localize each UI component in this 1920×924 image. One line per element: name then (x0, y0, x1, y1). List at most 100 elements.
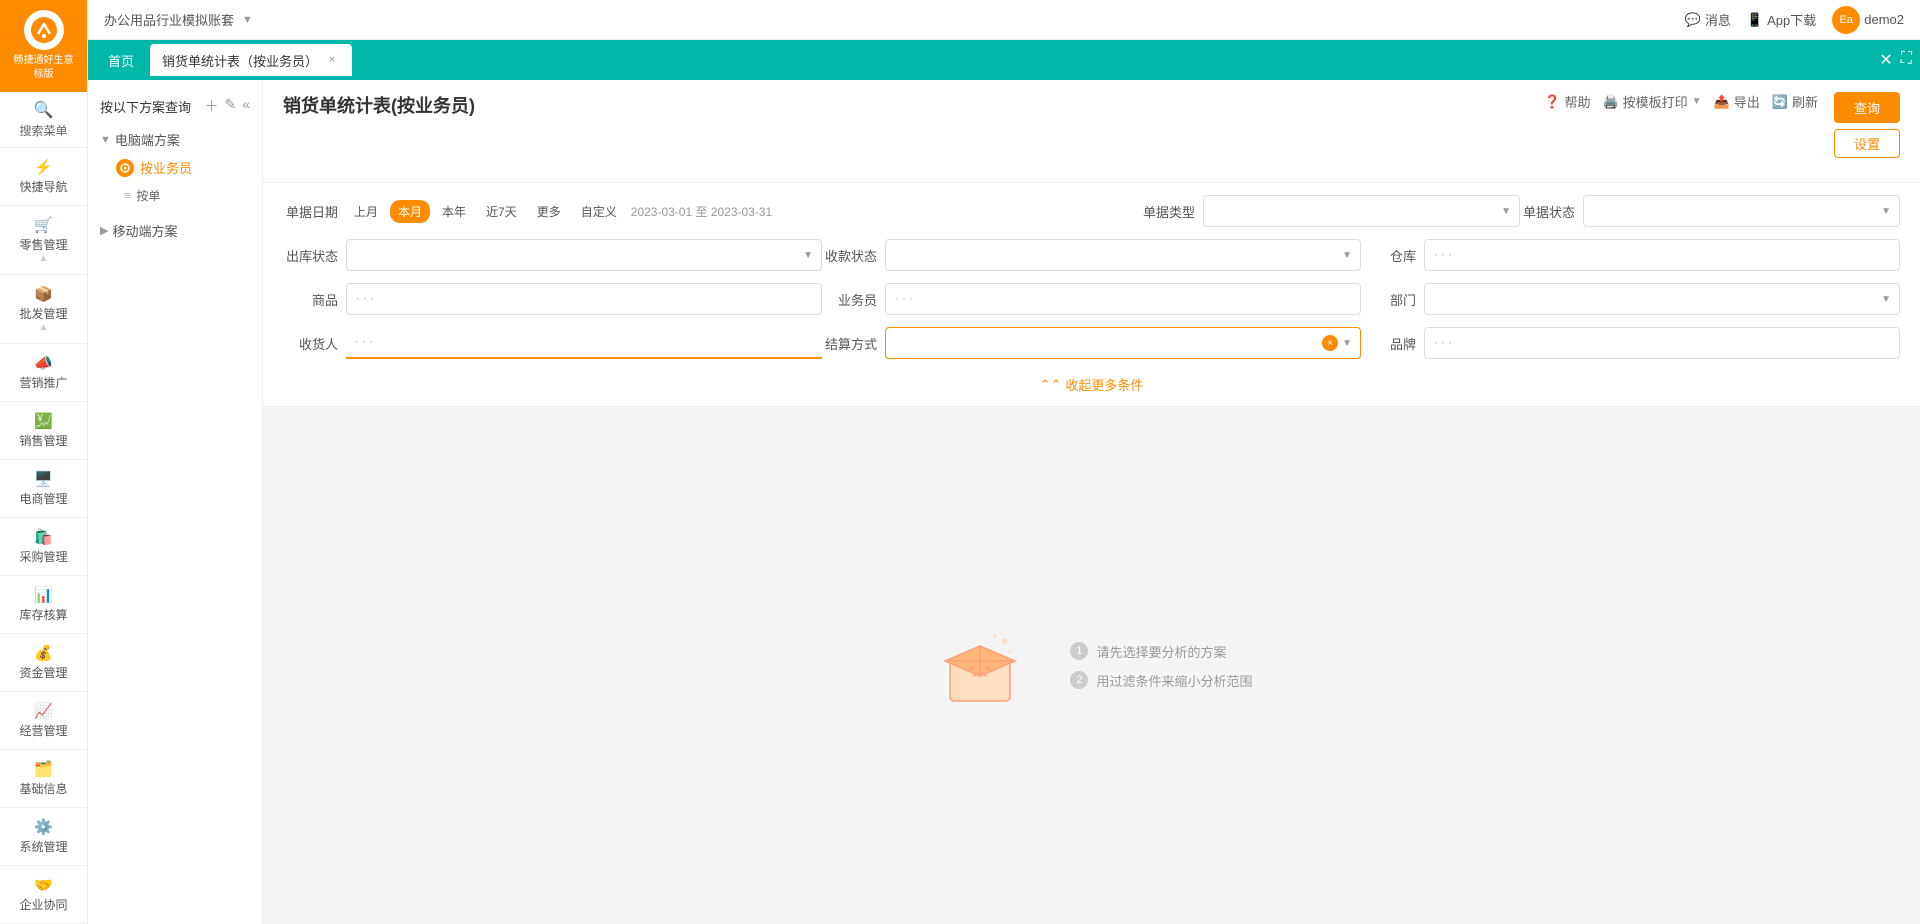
receiver-control[interactable]: ··· (346, 327, 822, 359)
date-tab-custom[interactable]: 自定义 (573, 200, 625, 223)
sidebar-item-system[interactable]: ⚙️ 系统管理 (0, 808, 87, 866)
user-label: demo2 (1864, 12, 1904, 27)
sidebar-item-basic[interactable]: 🗂️ 基础信息 (0, 750, 87, 808)
sidebar-item-inventory[interactable]: 📊 库存核算 (0, 576, 87, 634)
collapse-label: 收起更多条件 (1065, 375, 1143, 394)
sidebar-item-ecommerce[interactable]: 🖥️ 电商管理 (0, 460, 87, 518)
tab-bar-right: ✕ ⛶ (1879, 50, 1912, 70)
add-scheme-btn[interactable]: ＋ (204, 96, 218, 116)
tab-home[interactable]: 首页 (96, 44, 146, 76)
out-status-caret-icon: ▼ (803, 250, 813, 261)
message-btn[interactable]: 💬 消息 (1685, 10, 1731, 29)
export-btn[interactable]: 📤 导出 (1714, 92, 1760, 111)
setting-btn[interactable]: 设置 (1834, 129, 1900, 158)
sidebar-item-finance[interactable]: 💰 资金管理 (0, 634, 87, 692)
sidebar-item-wholesale[interactable]: 📦 批发管理 ▲ (0, 275, 87, 344)
receiver-dots: ··· (354, 333, 376, 351)
print-btn[interactable]: 🖨️ 按模板打印 ▼ (1602, 92, 1701, 111)
main-area: 办公用品行业模拟账套 ▼ 💬 消息 📱 App下载 Ea demo2 首页 (88, 0, 1920, 924)
current-account-label: 办公用品行业模拟账套 (104, 10, 234, 29)
tab-bar: 首页 销货单统计表（按业务员） × ✕ ⛶ (88, 40, 1920, 80)
sidebar-item-enterprise[interactable]: 🤝 企业协同 (0, 866, 87, 924)
sidebar: 畅捷通好生意 标版 🔍 搜索菜单 ⚡ 快捷导航 🛒 零售管理 ▲ 📦 批发管理 … (0, 0, 88, 924)
group-arrow-icon: ▼ (100, 134, 111, 146)
sidebar-item-purchase[interactable]: 🛍️ 采购管理 (0, 518, 87, 576)
receive-status-control[interactable]: ▼ (885, 239, 1361, 271)
sidebar-item-marketing[interactable]: 📣 营销推广 (0, 344, 87, 402)
sidebar-logo: 畅捷通好生意 标版 (0, 0, 87, 92)
left-panel: 按以下方案查询 ＋ ✎ « ▼ 电脑端方案 按业务员 (88, 80, 263, 924)
doc-type-control[interactable]: ▼ (1203, 195, 1520, 227)
warehouse-control[interactable]: ··· (1424, 239, 1900, 271)
sidebar-search-label: 搜索菜单 (6, 122, 81, 139)
collapse-row: ⌃⌃ 收起更多条件 (283, 371, 1900, 394)
empty-tips: 1 请先选择要分析的方案 2 用过滤条件来缩小分析范围 (1070, 642, 1252, 690)
group-mobile-arrow-icon: ▶ (100, 224, 108, 237)
query-btn[interactable]: 查询 (1834, 92, 1900, 123)
sidebar-label-sales: 销售管理 (4, 432, 83, 449)
tab-home-label: 首页 (108, 51, 134, 70)
scheme-group-mobile-title[interactable]: ▶ 移动端方案 (88, 217, 262, 244)
goods-control[interactable]: ··· (346, 283, 822, 315)
brand-control[interactable]: ··· (1424, 327, 1900, 359)
sidebar-item-retail[interactable]: 🛒 零售管理 ▲ (0, 206, 87, 275)
brand-label: 品牌 (1361, 334, 1416, 353)
refresh-btn[interactable]: 🔄 刷新 (1772, 92, 1818, 111)
page-actions: ❓ 帮助 🖨️ 按模板打印 ▼ 📤 导出 � (1544, 92, 1818, 123)
scheme-group-mobile: ▶ 移动端方案 (88, 213, 262, 248)
date-tab-more[interactable]: 更多 (529, 200, 569, 223)
filter-row-2: 出库状态 ▼ 收款状态 ▼ 仓库 (283, 239, 1900, 271)
dept-control[interactable]: ▼ (1424, 283, 1900, 315)
scheme-group-pc-title[interactable]: ▼ 电脑端方案 (88, 126, 262, 153)
top-header: 办公用品行业模拟账套 ▼ 💬 消息 📱 App下载 Ea demo2 (88, 0, 1920, 40)
sidebar-item-sales[interactable]: 💹 销售管理 (0, 402, 87, 460)
tab-maximize-icon[interactable]: ⛶ (1901, 50, 1912, 70)
account-dropdown-icon[interactable]: ▼ (242, 14, 253, 26)
scheme-item-by-staff[interactable]: 按业务员 (88, 153, 262, 182)
user-btn[interactable]: Ea demo2 (1832, 6, 1904, 34)
app-download-btn[interactable]: 📱 App下载 (1747, 10, 1816, 29)
settlement-control[interactable]: × ▼ (885, 327, 1361, 359)
date-tab-last-month[interactable]: 上月 (346, 200, 386, 223)
date-label: 单据日期 (283, 202, 338, 221)
staff-control[interactable]: ··· (885, 283, 1361, 315)
date-tab-this-year[interactable]: 本年 (434, 200, 474, 223)
sidebar-label-inventory: 库存核算 (4, 606, 83, 623)
filter-brand: 品牌 ··· (1361, 327, 1900, 359)
doc-status-control[interactable]: ▼ (1583, 195, 1900, 227)
doc-status-label: 单据状态 (1520, 202, 1575, 221)
date-tab-7days[interactable]: 近7天 (478, 200, 525, 223)
scheme-order-label: 按单 (136, 187, 160, 204)
avatar: Ea (1832, 6, 1860, 34)
download-icon: 📱 (1747, 12, 1763, 28)
scheme-item-by-order[interactable]: ≡ 按单 (88, 182, 262, 209)
warehouse-label: 仓库 (1361, 246, 1416, 265)
tip-num-1: 1 (1070, 642, 1088, 660)
empty-tip-1: 1 请先选择要分析的方案 (1070, 642, 1252, 661)
tab-close-btn[interactable]: × (324, 52, 340, 68)
page-actions-right: 查询 设置 (1834, 92, 1900, 170)
right-panel: 销货单统计表(按业务员) ❓ 帮助 🖨️ 按模板打印 ▼ � (263, 80, 1920, 924)
tab-active[interactable]: 销货单统计表（按业务员） × (150, 44, 352, 76)
refresh-label: 刷新 (1792, 92, 1818, 111)
filter-date: 单据日期 上月 本月 本年 近7天 更多 自定义 2023-03-01 至 20… (283, 200, 1140, 223)
filter-area: 单据日期 上月 本月 本年 近7天 更多 自定义 2023-03-01 至 20… (263, 183, 1920, 407)
export-label: 导出 (1734, 92, 1760, 111)
help-btn[interactable]: ❓ 帮助 (1544, 92, 1590, 111)
collapse-scheme-btn[interactable]: « (242, 96, 250, 116)
settlement-caret-icon: ▼ (1342, 338, 1352, 349)
filter-dept: 部门 ▼ (1361, 283, 1900, 315)
empty-tip-2: 2 用过滤条件来缩小分析范围 (1070, 671, 1252, 690)
date-tab-this-month[interactable]: 本月 (390, 200, 430, 223)
tab-close-window-icon[interactable]: ✕ (1879, 50, 1892, 70)
collapse-btn[interactable]: ⌃⌃ 收起更多条件 (1040, 375, 1144, 394)
sidebar-item-quick-nav[interactable]: ⚡ 快捷导航 (0, 148, 87, 206)
out-status-control[interactable]: ▼ (346, 239, 822, 271)
receive-status-label: 收款状态 (822, 246, 877, 265)
sidebar-item-operation[interactable]: 📈 经营管理 (0, 692, 87, 750)
edit-scheme-btn[interactable]: ✎ (224, 96, 236, 116)
settlement-clear-btn[interactable]: × (1322, 335, 1338, 351)
dept-label: 部门 (1361, 290, 1416, 309)
date-range-label: 2023-03-01 至 2023-03-31 (631, 203, 772, 220)
sidebar-search-item[interactable]: 🔍 搜索菜单 (0, 92, 87, 148)
